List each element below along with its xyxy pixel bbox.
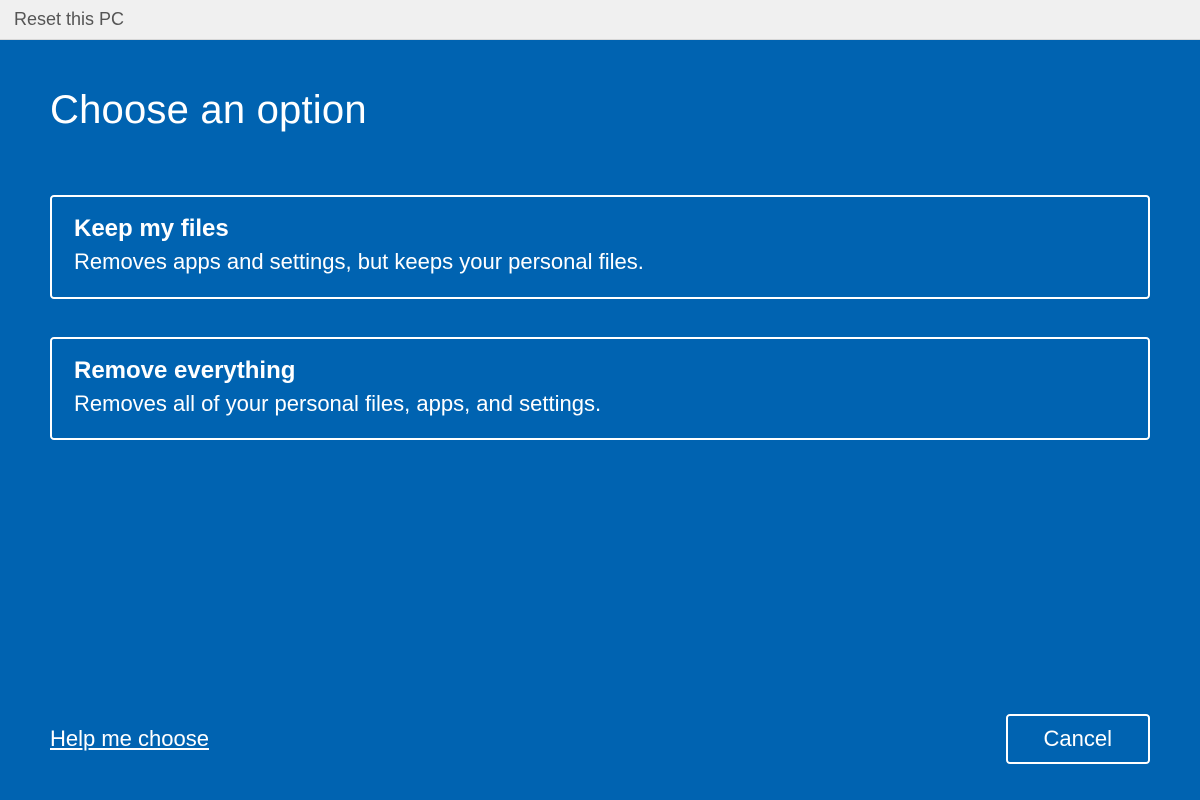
page-title: Choose an option (50, 88, 1150, 133)
dialog-content: Choose an option Keep my files Removes a… (0, 40, 1200, 800)
help-me-choose-link[interactable]: Help me choose (50, 726, 209, 752)
option-description: Removes all of your personal files, apps… (74, 389, 1126, 419)
window-titlebar: Reset this PC (0, 0, 1200, 40)
window-title: Reset this PC (14, 9, 124, 30)
option-title: Keep my files (74, 215, 1126, 243)
option-title: Remove everything (74, 357, 1126, 385)
option-remove-everything[interactable]: Remove everything Removes all of your pe… (50, 337, 1150, 441)
cancel-button[interactable]: Cancel (1006, 714, 1150, 764)
option-description: Removes apps and settings, but keeps you… (74, 247, 1126, 277)
dialog-footer: Help me choose Cancel (50, 714, 1150, 764)
option-keep-my-files[interactable]: Keep my files Removes apps and settings,… (50, 195, 1150, 299)
